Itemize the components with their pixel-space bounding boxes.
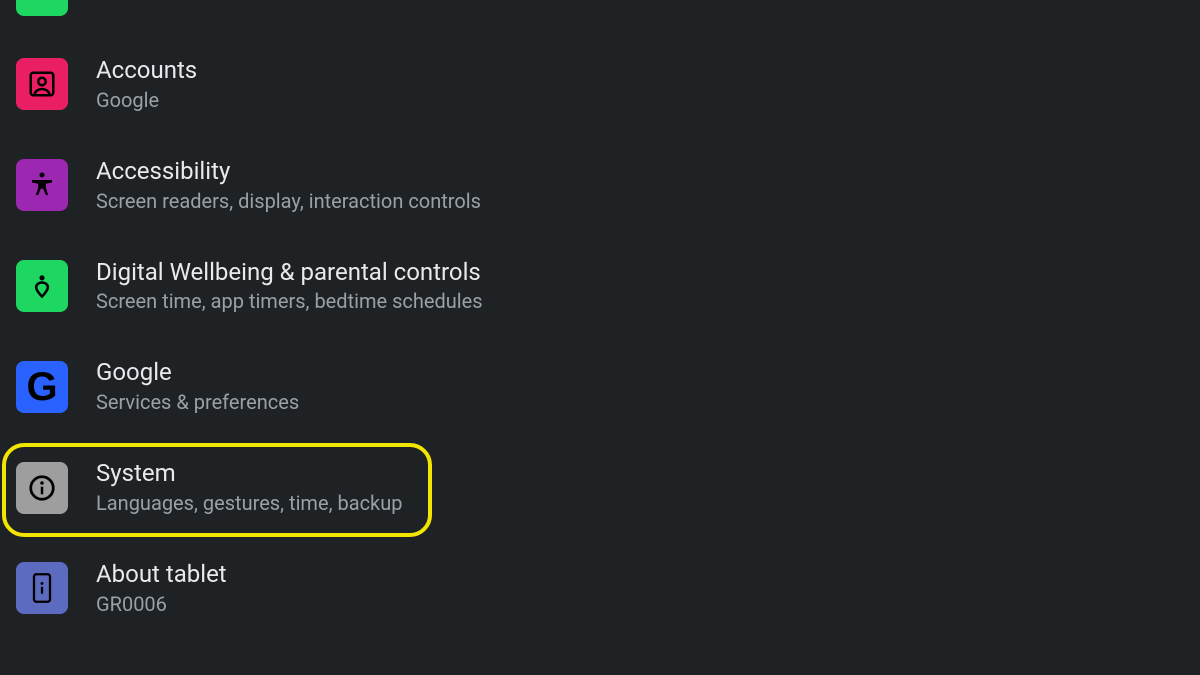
setting-text: Digital Wellbeing & parental controls Sc…: [96, 258, 483, 315]
setting-title: About tablet: [96, 560, 227, 589]
accessibility-icon: [16, 159, 68, 211]
setting-row-digital-wellbeing[interactable]: Digital Wellbeing & parental controls Sc…: [0, 236, 1200, 337]
tablet-info-icon: [16, 562, 68, 614]
setting-text: Google Services & preferences: [96, 358, 299, 415]
account-icon: [16, 58, 68, 110]
setting-text: System Languages, gestures, time, backup: [96, 459, 402, 516]
setting-text: Accounts Google: [96, 56, 197, 113]
setting-row-system[interactable]: System Languages, gestures, time, backup: [0, 437, 1200, 538]
setting-title: Screen lock: [96, 0, 220, 4]
setting-row-google[interactable]: G Google Services & preferences: [0, 336, 1200, 437]
wellbeing-icon: [16, 260, 68, 312]
lock-icon: [16, 0, 68, 16]
setting-text: About tablet GR0006: [96, 560, 227, 617]
setting-subtitle: Languages, gestures, time, backup: [96, 490, 402, 516]
setting-row-accounts[interactable]: Accounts Google: [0, 34, 1200, 135]
google-icon: G: [16, 361, 68, 413]
setting-row-screen-lock[interactable]: Screen lock: [0, 0, 1200, 34]
setting-title: System: [96, 459, 402, 488]
setting-title: Digital Wellbeing & parental controls: [96, 258, 483, 287]
setting-subtitle: Screen time, app timers, bedtime schedul…: [96, 288, 483, 314]
setting-text: Accessibility Screen readers, display, i…: [96, 157, 481, 214]
setting-row-accessibility[interactable]: Accessibility Screen readers, display, i…: [0, 135, 1200, 236]
settings-list: Screen lock Accounts Google Accessibilit…: [0, 0, 1200, 623]
setting-subtitle: Screen readers, display, interaction con…: [96, 188, 481, 214]
setting-title: Accounts: [96, 56, 197, 85]
setting-subtitle: Services & preferences: [96, 389, 299, 415]
setting-title: Google: [96, 358, 299, 387]
setting-row-about-tablet[interactable]: About tablet GR0006: [0, 538, 1200, 623]
info-icon: [16, 462, 68, 514]
setting-title: Accessibility: [96, 157, 481, 186]
setting-subtitle: Google: [96, 87, 197, 113]
setting-text: Screen lock: [96, 0, 220, 4]
setting-subtitle: GR0006: [96, 591, 227, 617]
